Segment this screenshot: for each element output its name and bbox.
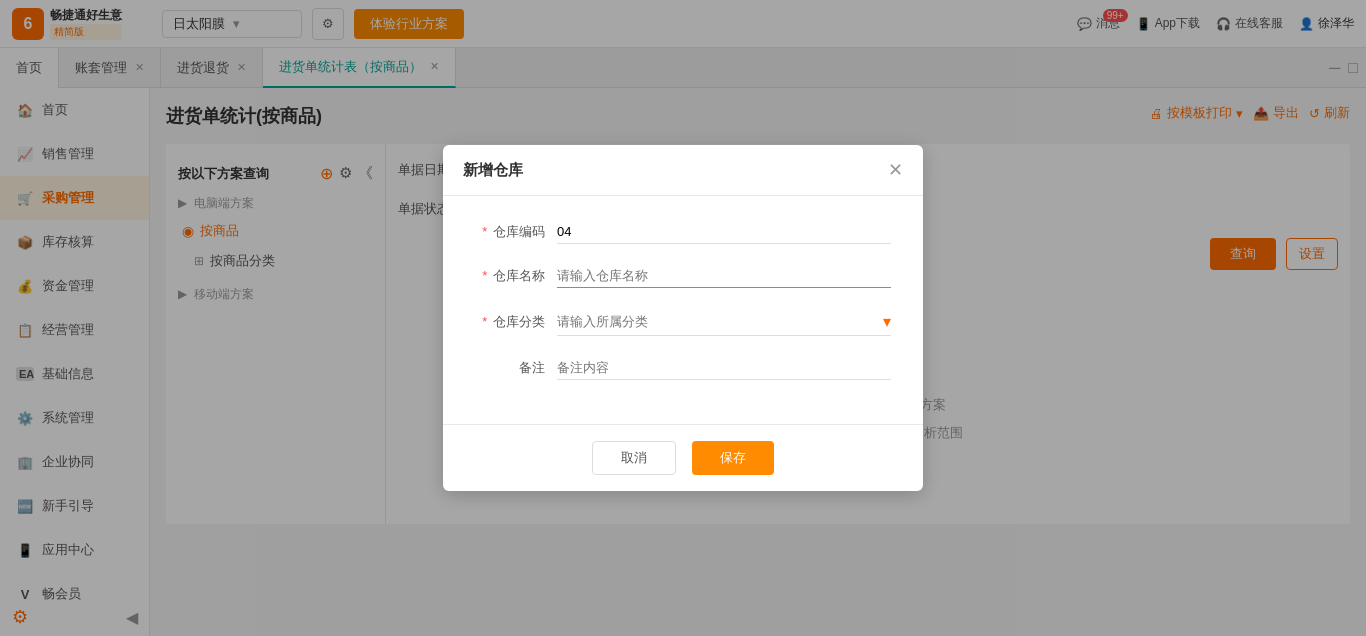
- save-button[interactable]: 保存: [692, 441, 774, 475]
- category-label: * 仓库分类: [475, 313, 545, 331]
- name-required-star: *: [482, 268, 487, 283]
- code-required-star: *: [482, 224, 487, 239]
- name-label: * 仓库名称: [475, 267, 545, 285]
- note-label: 备注: [475, 359, 545, 377]
- note-input[interactable]: [557, 356, 891, 380]
- form-row-note: 备注: [475, 356, 891, 380]
- category-select-wrapper: ▾: [557, 308, 891, 336]
- form-row-name: * 仓库名称: [475, 264, 891, 288]
- code-label: * 仓库编码: [475, 223, 545, 241]
- category-dropdown-arrow[interactable]: ▾: [883, 312, 891, 331]
- category-input[interactable]: [557, 314, 883, 329]
- modal-close-button[interactable]: ✕: [888, 159, 903, 181]
- modal-dialog: 新增仓库 ✕ * 仓库编码 * 仓库名称: [443, 145, 923, 491]
- modal-footer: 取消 保存: [443, 424, 923, 491]
- warehouse-name-input[interactable]: [557, 264, 891, 288]
- modal-overlay: 新增仓库 ✕ * 仓库编码 * 仓库名称: [0, 0, 1366, 636]
- form-row-code: * 仓库编码: [475, 220, 891, 244]
- warehouse-code-input[interactable]: [557, 220, 891, 244]
- form-row-category: * 仓库分类 ▾: [475, 308, 891, 336]
- cancel-button[interactable]: 取消: [592, 441, 676, 475]
- modal-header: 新增仓库 ✕: [443, 145, 923, 196]
- category-required-star: *: [482, 314, 487, 329]
- modal-body: * 仓库编码 * 仓库名称 * 仓库分类: [443, 196, 923, 424]
- modal-title: 新增仓库: [463, 161, 523, 180]
